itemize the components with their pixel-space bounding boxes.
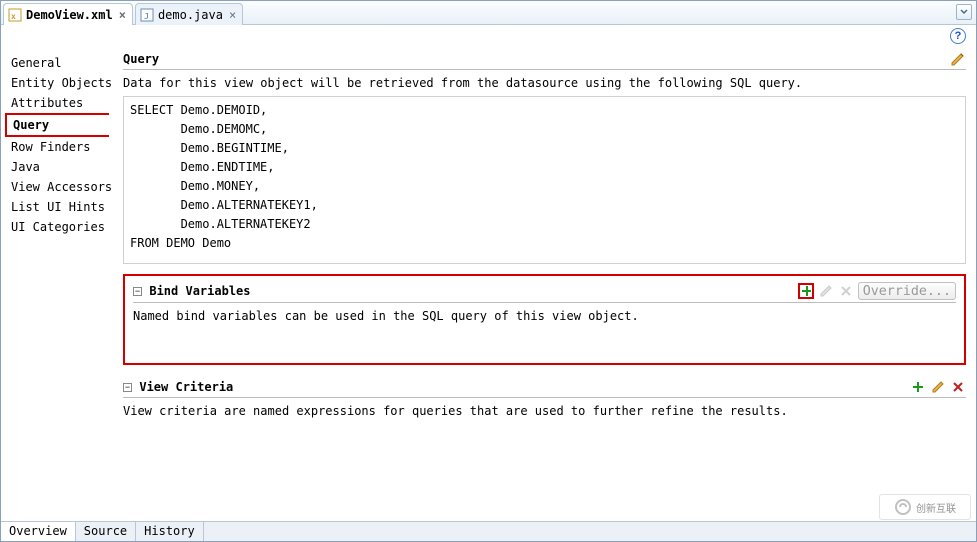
sidebar-item-list-ui-hints[interactable]: List UI Hints [11,197,119,217]
sidebar-item-entity-objects[interactable]: Entity Objects [11,73,119,93]
footer-tab-history[interactable]: History [136,522,204,541]
bind-variables-toolbar: Override... [798,282,956,300]
editor-tabbar: x DemoView.xml × J demo.java × [1,1,976,25]
add-view-criteria-button[interactable] [910,379,926,395]
tab-demo-java[interactable]: J demo.java × [135,3,243,25]
watermark-logo-icon [894,498,912,516]
sidebar-item-view-accessors[interactable]: View Accessors [11,177,119,197]
edit-view-criteria-button[interactable] [930,379,946,395]
footer-tabbar: Overview Source History [1,521,976,541]
edit-bind-variable-button[interactable] [818,283,834,299]
view-criteria-toolbar [910,379,966,395]
view-criteria-section: − View Criteria View criteria are named … [123,379,966,418]
bind-variables-title: Bind Variables [149,284,250,298]
query-section-header: Query [123,51,966,70]
tab-demoview-xml[interactable]: x DemoView.xml × [3,3,133,25]
sidebar-item-query[interactable]: Query [5,113,109,137]
sidebar-item-java[interactable]: Java [11,157,119,177]
tab-label: demo.java [158,8,223,22]
view-criteria-description: View criteria are named expressions for … [123,404,966,418]
section-sidebar: General Entity Objects Attributes Query … [1,47,119,521]
sql-query-text[interactable]: SELECT Demo.DEMOID, Demo.DEMOMC, Demo.BE… [123,96,966,264]
collapse-icon[interactable]: − [133,287,142,296]
bind-variables-section: − Bind Variables Override... Named [123,274,966,365]
add-bind-variable-button[interactable] [798,283,814,299]
edit-query-button[interactable] [950,51,966,67]
main-content: Query Data for this view object will be … [119,47,976,521]
delete-view-criteria-button[interactable] [950,379,966,395]
collapse-icon[interactable]: − [123,383,132,392]
java-file-icon: J [140,8,154,22]
override-button[interactable]: Override... [858,282,956,300]
tab-label: DemoView.xml [26,8,113,22]
help-button[interactable]: ? [950,28,966,44]
view-criteria-title-wrap: − View Criteria [123,380,233,394]
bind-variables-title-wrap: − Bind Variables [133,284,251,298]
close-icon[interactable]: × [119,8,126,22]
watermark-badge: 创新互联 [879,494,971,520]
footer-tab-source[interactable]: Source [76,522,136,541]
sidebar-item-attributes[interactable]: Attributes [11,93,119,113]
query-title: Query [123,52,159,66]
sidebar-item-general[interactable]: General [11,53,119,73]
close-icon[interactable]: × [229,8,236,22]
footer-tab-overview[interactable]: Overview [1,522,76,541]
sidebar-item-ui-categories[interactable]: UI Categories [11,217,119,237]
bind-variables-header: − Bind Variables Override... [133,282,956,303]
help-row: ? [1,25,976,47]
bind-variables-description: Named bind variables can be used in the … [133,309,956,323]
svg-text:x: x [11,12,16,21]
query-description: Data for this view object will be retrie… [123,76,966,90]
view-criteria-header: − View Criteria [123,379,966,398]
sidebar-item-row-finders[interactable]: Row Finders [11,137,119,157]
minimize-button[interactable] [956,4,972,20]
view-criteria-title: View Criteria [139,380,233,394]
delete-bind-variable-button[interactable] [838,283,854,299]
xml-file-icon: x [8,8,22,22]
watermark-text: 创新互联 [916,500,956,515]
svg-text:J: J [144,12,149,21]
